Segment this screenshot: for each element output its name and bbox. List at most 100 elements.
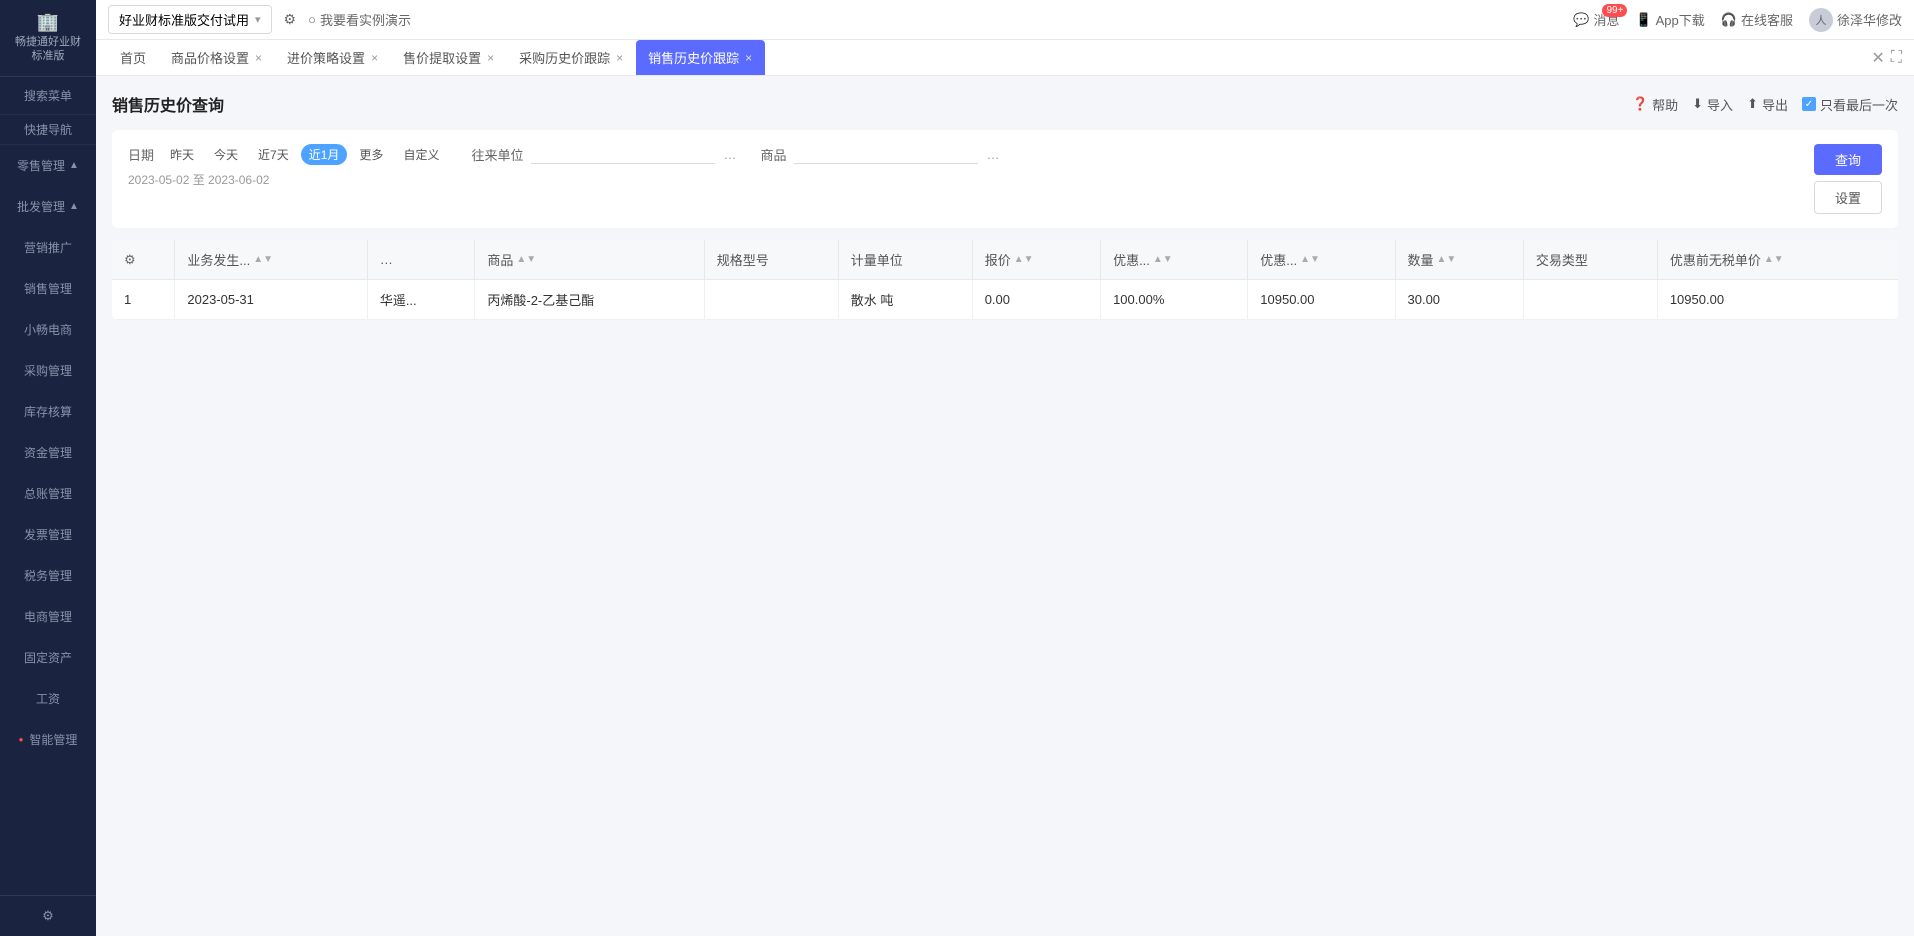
table-gear-icon[interactable]: ⚙ xyxy=(124,252,136,267)
sidebar-item-invoice[interactable]: 发票管理 xyxy=(0,514,96,555)
filter-buttons: 查询 设置 xyxy=(1814,144,1882,214)
cell-price: 0.00 xyxy=(972,280,1100,320)
col-more[interactable]: … xyxy=(367,240,475,280)
topbar-right: 💬 消息 99+ 📱 App下载 🎧 在线客服 人 徐泽华修改 xyxy=(1573,8,1902,32)
sidebar-item-ecommerce[interactable]: 电商管理 xyxy=(0,596,96,637)
smart-dot: ● xyxy=(19,735,24,744)
col-spec[interactable]: 规格型号 xyxy=(704,240,838,280)
cell-discount2: 10950.00 xyxy=(1248,280,1395,320)
retail-arrow: ▲ xyxy=(69,160,79,171)
col-discount1[interactable]: 优惠... ▲▼ xyxy=(1101,240,1248,280)
help-button[interactable]: ❓ 帮助 xyxy=(1632,95,1678,114)
col-price[interactable]: 报价 ▲▼ xyxy=(972,240,1100,280)
tab-home[interactable]: 首页 xyxy=(108,40,159,76)
sort-icon-discount2: ▲▼ xyxy=(1300,255,1320,265)
sidebar-item-retail[interactable]: 零售管理 ▲ xyxy=(0,145,96,186)
chip-today[interactable]: 今天 xyxy=(206,144,246,165)
window-controls: ✕ ⛶ xyxy=(1871,48,1902,68)
tab-sales-history[interactable]: 销售历史价跟踪 × xyxy=(636,40,765,76)
tab-price-extract[interactable]: 售价提取设置 × xyxy=(391,40,507,76)
col-pretax-price[interactable]: 优惠前无税单价 ▲▼ xyxy=(1657,240,1898,280)
chip-more[interactable]: 更多 xyxy=(351,144,391,165)
sidebar-item-smart[interactable]: ● 智能管理 xyxy=(0,719,96,760)
query-button[interactable]: 查询 xyxy=(1814,144,1882,175)
product-filter-input[interactable] xyxy=(794,144,978,164)
sidebar-item-marketing[interactable]: 营销推广 xyxy=(0,227,96,268)
sidebar-item-ecommerce-small[interactable]: 小畅电商 xyxy=(0,309,96,350)
source-filter-input[interactable] xyxy=(531,144,715,164)
col-product[interactable]: 商品 ▲▼ xyxy=(475,240,704,280)
tab-price-settings-close[interactable]: × xyxy=(255,51,262,65)
chip-last7[interactable]: 近7天 xyxy=(250,144,297,165)
topbar-gear-icon[interactable]: ⚙ xyxy=(284,11,297,28)
sidebar-item-sales[interactable]: 销售管理 xyxy=(0,268,96,309)
message-badge: 99+ xyxy=(1602,4,1627,17)
sidebar-search[interactable]: 搜索菜单 xyxy=(0,77,96,115)
data-table: ⚙ 业务发生... ▲▼ … xyxy=(112,240,1898,320)
sidebar-item-accounting[interactable]: 总账管理 xyxy=(0,473,96,514)
sort-icon-pretax: ▲▼ xyxy=(1764,255,1784,265)
message-icon: 💬 xyxy=(1573,12,1589,28)
tab-pricing-strategy-close[interactable]: × xyxy=(371,51,378,65)
tab-price-settings[interactable]: 商品价格设置 × xyxy=(159,40,275,76)
product-filter-dots[interactable]: … xyxy=(986,147,999,162)
sort-icon-discount1: ▲▼ xyxy=(1153,255,1173,265)
source-filter-group: 往来单位 … xyxy=(471,144,736,164)
sort-icon-quantity: ▲▼ xyxy=(1437,255,1457,265)
col-gear[interactable]: ⚙ xyxy=(112,240,175,280)
sidebar-item-assets[interactable]: 固定资产 xyxy=(0,637,96,678)
col-tx-type[interactable]: 交易类型 xyxy=(1523,240,1657,280)
tab-bar: 首页 商品价格设置 × 进价策略设置 × 售价提取设置 × 采购历史价跟踪 × … xyxy=(96,40,1914,76)
chip-custom[interactable]: 自定义 xyxy=(395,144,447,165)
tab-purchase-history-close[interactable]: × xyxy=(616,51,623,65)
sidebar-item-payroll[interactable]: 工资 xyxy=(0,678,96,719)
chip-last1month[interactable]: 近1月 xyxy=(301,144,348,165)
last-only-checkbox[interactable]: 只看最后一次 xyxy=(1802,95,1898,114)
help-icon: ❓ xyxy=(1632,96,1648,112)
cell-business-date: 2023-05-31 xyxy=(175,280,367,320)
product-filter-label: 商品 xyxy=(760,145,786,164)
sidebar-settings[interactable]: ⚙ xyxy=(0,895,96,936)
source-filter-label: 往来单位 xyxy=(471,145,523,164)
demo-link[interactable]: ○ 我要看实例演示 xyxy=(308,10,411,29)
tab-price-extract-close[interactable]: × xyxy=(487,51,494,65)
sidebar-item-inventory[interactable]: 库存核算 xyxy=(0,391,96,432)
export-button[interactable]: ⬆ 导出 xyxy=(1747,95,1788,114)
sidebar-item-purchase[interactable]: 采购管理 xyxy=(0,350,96,391)
tab-sales-history-close[interactable]: × xyxy=(745,51,752,65)
page-title: 销售历史价查询 xyxy=(112,92,224,116)
sidebar-item-finance[interactable]: 资金管理 xyxy=(0,432,96,473)
col-unit[interactable]: 计量单位 xyxy=(838,240,972,280)
col-discount2[interactable]: 优惠... ▲▼ xyxy=(1248,240,1395,280)
chip-yesterday[interactable]: 昨天 xyxy=(162,144,202,165)
tab-pricing-strategy[interactable]: 进价策略设置 × xyxy=(275,40,391,76)
sidebar-quick-nav[interactable]: 快捷导航 xyxy=(0,115,96,145)
user-menu[interactable]: 人 徐泽华修改 xyxy=(1809,8,1902,32)
sort-icon-price: ▲▼ xyxy=(1014,255,1034,265)
tab-purchase-history[interactable]: 采购历史价跟踪 × xyxy=(507,40,636,76)
window-maximize-button[interactable]: ⛶ xyxy=(1891,49,1902,67)
settings-icon: ⚙ xyxy=(42,908,54,923)
online-service-button[interactable]: 🎧 在线客服 xyxy=(1721,10,1793,29)
import-button[interactable]: ⬇ 导入 xyxy=(1692,95,1733,114)
cell-spec xyxy=(704,280,838,320)
version-selector[interactable]: 好业财标准版交付试用 ▾ xyxy=(108,5,272,34)
col-business-date[interactable]: 业务发生... ▲▼ xyxy=(175,240,367,280)
date-filter-group: 日期 昨天 今天 近7天 近1月 更多 自定义 xyxy=(128,144,447,165)
message-button[interactable]: 💬 消息 99+ xyxy=(1573,10,1619,29)
date-chips: 昨天 今天 近7天 近1月 更多 自定义 xyxy=(162,144,447,165)
logo-icon: 🏢 xyxy=(8,12,88,33)
app-download-button[interactable]: 📱 App下载 xyxy=(1635,10,1704,29)
data-table-wrap: ⚙ 业务发生... ▲▼ … xyxy=(112,240,1898,320)
col-quantity[interactable]: 数量 ▲▼ xyxy=(1395,240,1523,280)
page-content: 销售历史价查询 ❓ 帮助 ⬇ 导入 ⬆ 导出 只看最后一次 xyxy=(96,76,1914,936)
source-filter-dots[interactable]: … xyxy=(723,147,736,162)
settings-button[interactable]: 设置 xyxy=(1814,181,1882,214)
version-selector-text: 好业财标准版交付试用 xyxy=(119,10,249,29)
window-close-button[interactable]: ✕ xyxy=(1871,48,1884,68)
checkbox-icon xyxy=(1802,97,1816,111)
cell-index: 1 xyxy=(112,280,175,320)
sidebar-item-wholesale[interactable]: 批发管理 ▲ xyxy=(0,186,96,227)
product-filter-group: 商品 … xyxy=(760,144,999,164)
sidebar-item-tax[interactable]: 税务管理 xyxy=(0,555,96,596)
